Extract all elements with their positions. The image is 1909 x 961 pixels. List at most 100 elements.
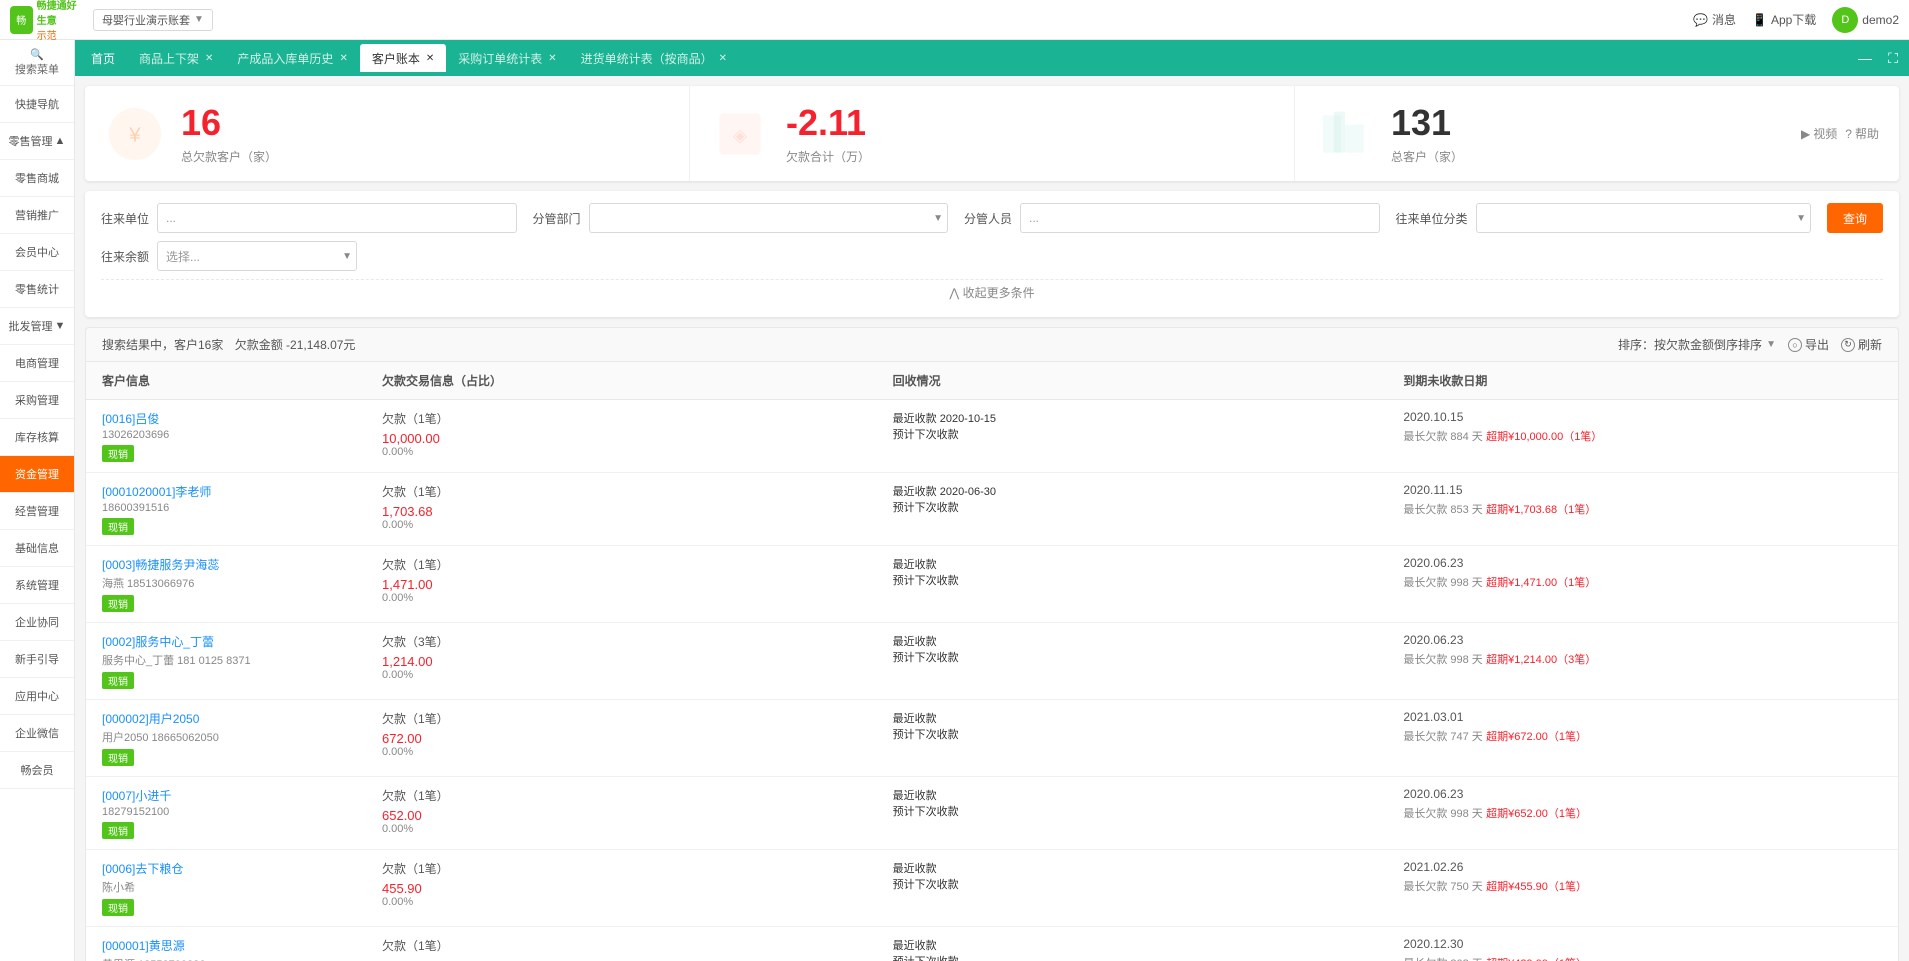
debt-amount[interactable]: 455.90 [382,881,861,896]
dept-input[interactable]: ▼ [589,203,948,233]
sidebar-item-label: 经营管理 [15,506,59,518]
overdue-amount-link[interactable]: 超期¥1,471.00（1笔） [1486,577,1596,589]
tab-expand-btn[interactable]: ⛶ [1881,46,1905,70]
customer-id-link[interactable]: [000001]黄思源 [102,937,350,954]
avatar: D [1832,7,1858,33]
due-date: 2020.12.30 [1403,937,1882,951]
chevron-down-icon: ▼ [342,251,352,262]
sidebar-item-wechat[interactable]: 企业微信 [0,715,74,752]
overdue-amount-link[interactable]: 超期¥1,703.68（1笔） [1486,504,1596,516]
video-btn[interactable]: ▶ 视频 [1801,125,1837,142]
sidebar-item-retail-mgmt[interactable]: 零售管理 ▲ [0,123,74,160]
sidebar-item-label: 快捷导航 [15,99,59,111]
collection-cell: 最近收款 预计下次收款 [877,777,1388,849]
debt-amount[interactable]: 1,214.00 [382,654,861,669]
tab-minimize-btn[interactable]: — [1853,46,1877,70]
debt-amount[interactable]: 1,471.00 [382,577,861,592]
customer-tag: 现销 [102,822,134,839]
export-btn[interactable]: ○ 导出 [1788,336,1829,353]
sidebar-item-enterprise[interactable]: 企业协同 [0,604,74,641]
chevron-down-icon: ▼ [1766,339,1776,350]
app-download-btn[interactable]: 📱 App下载 [1752,11,1816,28]
debt-count: 欠款（1笔） [382,860,861,877]
tab-production-history[interactable]: 产成品入库单历史 ✕ [225,44,359,72]
message-btn[interactable]: 💬 消息 [1693,11,1736,28]
balance-input[interactable]: 选择... ▼ [157,241,357,271]
overdue-amount-link[interactable]: 超期¥10,000.00（1笔） [1486,431,1602,443]
sidebar-item-label: 资金管理 [15,469,59,481]
customer-id-link[interactable]: [0001020001]李老师 [102,483,350,500]
overdue-days: 最长欠款 853 天 [1403,504,1482,516]
debt-info-cell: 欠款（1笔） 455.90 0.00% [366,850,877,926]
debt-amount[interactable]: 1,703.68 [382,504,861,519]
refresh-btn[interactable]: ↻ 刷新 [1841,336,1882,353]
debt-count: 欠款（1笔） [382,937,861,954]
sidebar-item-quick-nav[interactable]: 快捷导航 [0,86,74,123]
sidebar-item-finance[interactable]: 资金管理 [0,456,74,493]
source-unit-input[interactable]: ... [157,203,516,233]
close-icon[interactable]: ✕ [719,53,727,64]
debt-amount[interactable]: 652.00 [382,808,861,823]
customer-info-cell: [000001]黄思源 黄思源 13552700226 现销 [86,927,366,961]
sidebar-item-operations[interactable]: 经营管理 [0,493,74,530]
close-icon[interactable]: ✕ [339,53,347,64]
stat-info-2: -2.11 欠款合计（万） [786,102,870,165]
overdue-amount-link[interactable]: 超期¥652.00（1笔） [1486,808,1587,820]
export-label: 导出 [1805,336,1829,353]
table-row: [0001020001]李老师 18600391516 现销 欠款（1笔） 1,… [86,473,1898,546]
sidebar-item-app-center[interactable]: 应用中心 [0,678,74,715]
sidebar-search[interactable]: 🔍 搜索菜单 [0,40,74,86]
debt-info-cell: 欠款（3笔） 1,214.00 0.00% [366,623,877,699]
debt-count: 欠款（1笔） [382,710,861,727]
overdue-amount-link[interactable]: 超期¥455.90（1笔） [1486,881,1587,893]
customer-id-link[interactable]: [0003]畅捷服务尹海蕊 [102,556,350,573]
overdue-days: 最长欠款 998 天 [1403,654,1482,666]
customer-id-link[interactable]: [0002]服务中心_丁蕾 [102,633,350,650]
overdue-amount-link[interactable]: 超期¥1,214.00（3笔） [1486,654,1596,666]
help-btn[interactable]: ? 帮助 [1845,125,1879,142]
tab-home-label: 首页 [91,50,115,67]
company-name: 母婴行业演示账套 [102,12,190,28]
tab-product-off[interactable]: 商品上下架 ✕ [127,44,225,72]
sort-selector[interactable]: 排序：按欠款金额倒序排序 ▼ [1618,336,1776,353]
sidebar-item-inventory[interactable]: 库存核算 [0,419,74,456]
close-icon[interactable]: ✕ [548,53,556,64]
company-selector[interactable]: 母婴行业演示账套 ▼ [93,9,213,31]
last-collection: 最近收款 [893,787,1372,803]
sidebar-item-newbie[interactable]: 新手引导 [0,641,74,678]
sidebar-item-basic-info[interactable]: 基础信息 [0,530,74,567]
overdue-amount-link[interactable]: 超期¥672.00（1笔） [1486,731,1587,743]
customer-tag: 现销 [102,899,134,916]
close-icon[interactable]: ✕ [426,53,434,64]
collapse-btn[interactable]: ⋀ 收起更多条件 [101,279,1883,305]
sidebar-item-member[interactable]: 会员中心 [0,234,74,271]
sidebar-item-retail-mall[interactable]: 零售商城 [0,160,74,197]
sidebar-item-marketing[interactable]: 营销推广 [0,197,74,234]
unit-category-input[interactable]: ▼ [1476,203,1811,233]
sidebar-item-batch-mgmt[interactable]: 批发管理 ▼ [0,308,74,345]
person-input[interactable]: ... [1020,203,1379,233]
sidebar-item-retail-stats[interactable]: 零售统计 [0,271,74,308]
debt-ratio: 0.00% [382,519,861,531]
balance-label: 往来余额 [101,248,149,265]
close-icon[interactable]: ✕ [205,53,213,64]
customer-id-link[interactable]: [0016]吕俊 [102,410,350,427]
last-collection: 最近收款 [893,937,1372,953]
customer-phone: 13026203696 [102,429,350,441]
sidebar-item-purchase[interactable]: 采购管理 [0,382,74,419]
tab-purchase-stats[interactable]: 进货单统计表（按商品） ✕ [569,44,739,72]
user-profile[interactable]: D demo2 [1832,7,1899,33]
customer-id-link[interactable]: [000002]用户2050 [102,710,350,727]
sidebar-item-ecommerce[interactable]: 电商管理 [0,345,74,382]
sidebar-item-system[interactable]: 系统管理 [0,567,74,604]
customer-id-link[interactable]: [0006]去下粮仓 [102,860,350,877]
sidebar-item-vip[interactable]: 畅会员 [0,752,74,789]
tab-customer-account[interactable]: 客户账本 ✕ [360,44,446,72]
debt-amount[interactable]: 672.00 [382,731,861,746]
tab-home[interactable]: 首页 [79,44,127,72]
next-collection-text: 预计下次收款 [893,429,959,441]
debt-amount[interactable]: 10,000.00 [382,431,861,446]
tab-purchase-order[interactable]: 采购订单统计表 ✕ [446,44,568,72]
search-button[interactable]: 查询 [1827,203,1883,233]
customer-id-link[interactable]: [0007]小进千 [102,787,350,804]
